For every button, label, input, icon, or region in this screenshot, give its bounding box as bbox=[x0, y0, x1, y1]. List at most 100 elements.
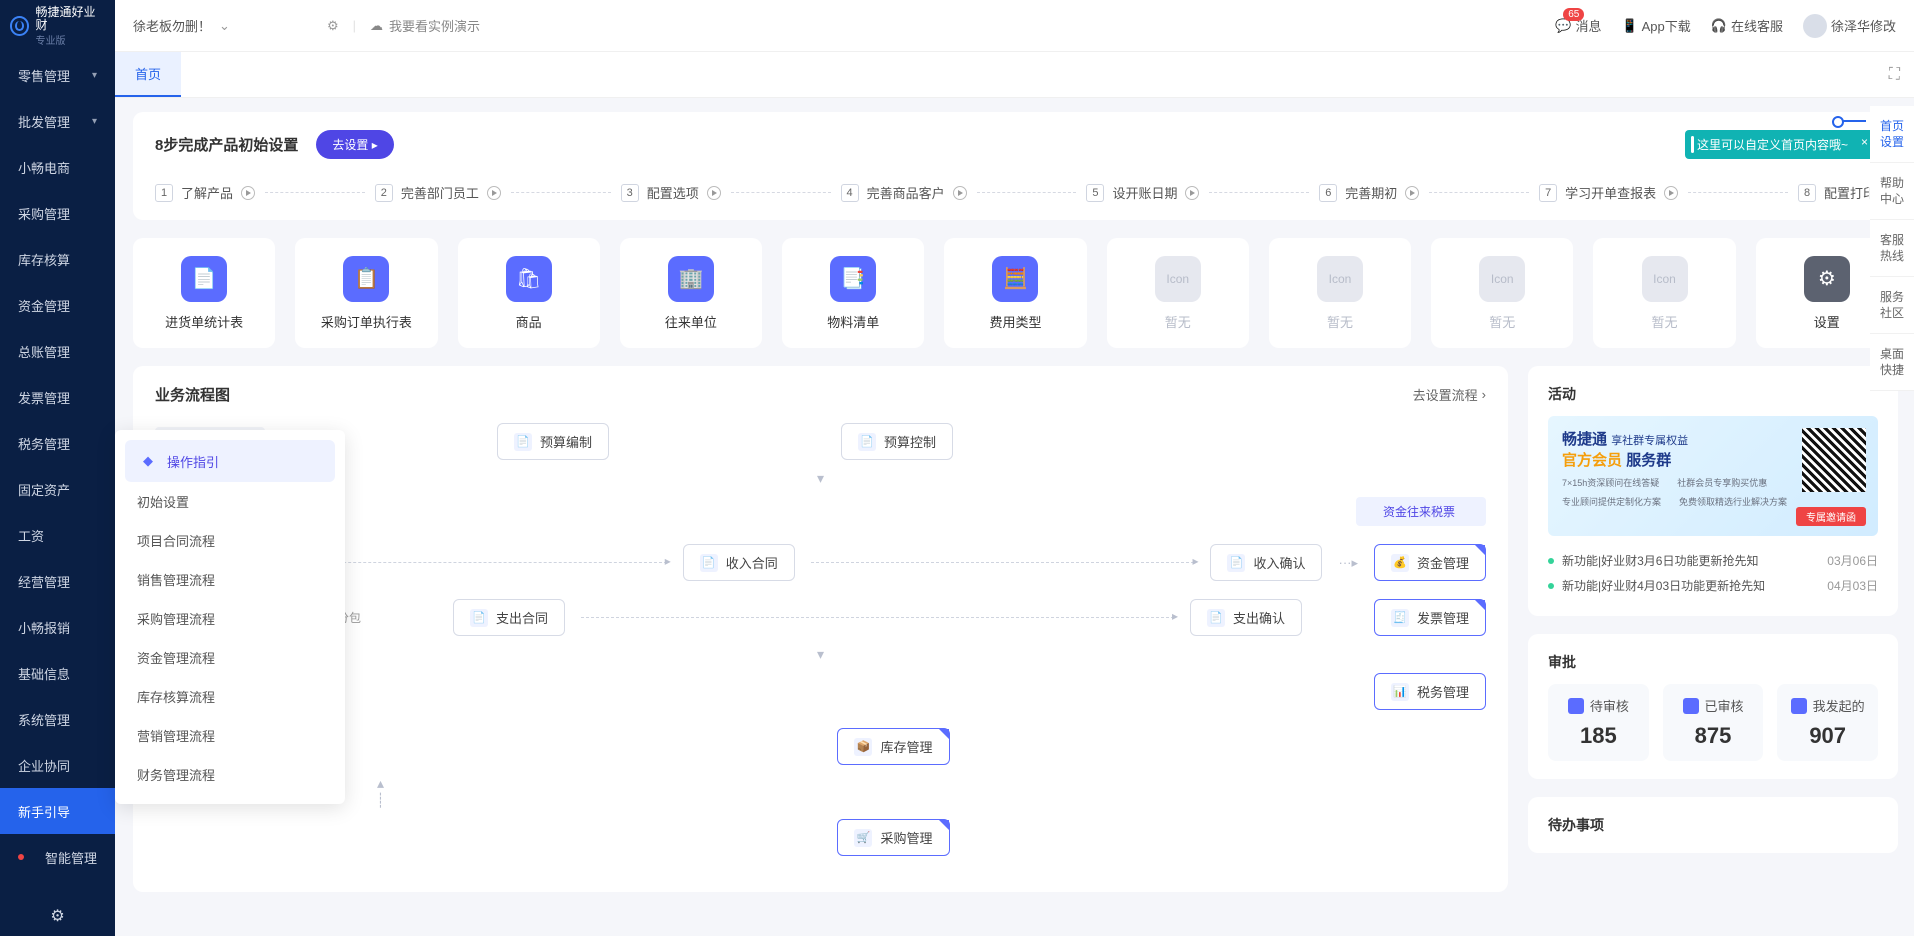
sidebar-item-17[interactable]: 智能管理 bbox=[0, 834, 115, 880]
sidebar-item-1[interactable]: 批发管理▾ bbox=[0, 98, 115, 144]
sidebar-item-18[interactable]: 应用中心 bbox=[0, 880, 115, 896]
submenu-item-4[interactable]: 采购管理流程 bbox=[115, 599, 345, 638]
node-expend-confirm[interactable]: 📄支出确认 bbox=[1190, 599, 1302, 636]
quick-tile-3[interactable]: 🏢往来单位 bbox=[620, 238, 762, 348]
tenant-selector[interactable]: 徐老板勿删！ ⌄ bbox=[133, 16, 313, 35]
sidebar-settings-icon[interactable]: ⚙ bbox=[0, 896, 115, 936]
setup-step-3[interactable]: 3配置选项 bbox=[621, 183, 721, 202]
sidebar-item-10[interactable]: 工资 bbox=[0, 512, 115, 558]
sidebar-item-2[interactable]: 小畅电商 bbox=[0, 144, 115, 190]
node-stock-manage[interactable]: 📦库存管理 bbox=[837, 728, 949, 765]
dock-item-1[interactable]: 帮助中心 bbox=[1870, 163, 1914, 220]
cart-icon: 🛒 bbox=[854, 829, 872, 847]
sidebar-item-3[interactable]: 采购管理 bbox=[0, 190, 115, 236]
sidebar-item-15[interactable]: 企业协同 bbox=[0, 742, 115, 788]
sidebar-item-9[interactable]: 固定资产 bbox=[0, 466, 115, 512]
sidebar-item-5[interactable]: 资金管理 bbox=[0, 282, 115, 328]
dot-icon bbox=[1548, 558, 1554, 564]
setup-step-2[interactable]: 2完善部门员工 bbox=[375, 183, 501, 202]
dock-item-3[interactable]: 服务社区 bbox=[1870, 277, 1914, 334]
dock-item-4[interactable]: 桌面快捷 bbox=[1870, 334, 1914, 391]
play-icon bbox=[707, 186, 721, 200]
doc-icon: 📄 bbox=[1207, 609, 1225, 627]
setup-card: 8步完成产品初始设置 去设置 ▸ 这里可以自定义首页内容哦~ × 1了解产品2完… bbox=[133, 112, 1898, 220]
quick-tile-4[interactable]: 📑物料清单 bbox=[782, 238, 924, 348]
approval-tile-1[interactable]: 已审核875 bbox=[1663, 684, 1764, 761]
play-icon bbox=[1185, 186, 1199, 200]
sidebar-item-12[interactable]: 小畅报销 bbox=[0, 604, 115, 650]
sidebar-item-4[interactable]: 库存核算 bbox=[0, 236, 115, 282]
sidebar-item-6[interactable]: 总账管理 bbox=[0, 328, 115, 374]
news-item-0[interactable]: 新功能|好业财3月6日功能更新抢先知03月06日 bbox=[1548, 548, 1878, 573]
setup-step-8[interactable]: 8配置打印 bbox=[1798, 183, 1876, 202]
app-download-button[interactable]: 📱 App下载 bbox=[1621, 16, 1690, 35]
dock-item-2[interactable]: 客服热线 bbox=[1870, 220, 1914, 277]
submenu-item-1[interactable]: 初始设置 bbox=[115, 482, 345, 521]
tile-icon: 🛍 bbox=[506, 256, 552, 302]
sidebar-item-14[interactable]: 系统管理 bbox=[0, 696, 115, 742]
tile-icon: Icon bbox=[1317, 256, 1363, 302]
doc-icon: 📄 bbox=[470, 609, 488, 627]
submenu-item-8[interactable]: 财务管理流程 bbox=[115, 755, 345, 794]
node-purchase-manage[interactable]: 🛒采购管理 bbox=[837, 819, 949, 856]
setup-step-1[interactable]: 1了解产品 bbox=[155, 183, 255, 202]
node-expend-contract[interactable]: 📄支出合同 bbox=[453, 599, 565, 636]
node-income-contract[interactable]: 📄收入合同 bbox=[683, 544, 795, 581]
sidebar-item-7[interactable]: 发票管理 bbox=[0, 374, 115, 420]
clipboard-icon bbox=[1791, 698, 1807, 714]
node-budget-control[interactable]: 📄预算控制 bbox=[841, 423, 953, 460]
sidebar-item-0[interactable]: 零售管理▾ bbox=[0, 52, 115, 98]
node-invoice-manage[interactable]: 🧾发票管理 bbox=[1374, 599, 1486, 636]
quick-tile-5[interactable]: 🧮费用类型 bbox=[944, 238, 1086, 348]
news-item-1[interactable]: 新功能|好业财4月03日功能更新抢先知04月03日 bbox=[1548, 573, 1878, 598]
sidebar-item-11[interactable]: 经营管理 bbox=[0, 558, 115, 604]
submenu-item-7[interactable]: 营销管理流程 bbox=[115, 716, 345, 755]
submenu-item-3[interactable]: 销售管理流程 bbox=[115, 560, 345, 599]
dock-item-0[interactable]: 首页设置 bbox=[1870, 106, 1914, 163]
pointer-icon bbox=[1838, 120, 1866, 122]
sidebar-item-16[interactable]: 新手引导 bbox=[0, 788, 115, 834]
sidebar: 畅捷通好业财 专业版 零售管理▾批发管理▾小畅电商采购管理库存核算资金管理总账管… bbox=[0, 0, 115, 936]
promo-banner[interactable]: 畅捷通 享社群专属权益 官方会员 服务群 7×15h资深顾问在线答疑 社群会员专… bbox=[1548, 416, 1878, 536]
brand-sub: 专业版 bbox=[35, 32, 105, 47]
sidebar-item-13[interactable]: 基础信息 bbox=[0, 650, 115, 696]
submenu-item-6[interactable]: 库存核算流程 bbox=[115, 677, 345, 716]
fullscreen-icon[interactable]: ⛶ bbox=[1875, 66, 1914, 84]
close-tip-icon[interactable]: × bbox=[1861, 135, 1868, 149]
quick-tile-0[interactable]: 📄进货单统计表 bbox=[133, 238, 275, 348]
setup-step-4[interactable]: 4完善商品客户 bbox=[841, 183, 967, 202]
approval-tile-0[interactable]: 待审核185 bbox=[1548, 684, 1649, 761]
online-service-button[interactable]: 🎧 在线客服 bbox=[1711, 16, 1783, 35]
submenu-item-5[interactable]: 资金管理流程 bbox=[115, 638, 345, 677]
quick-tile-8[interactable]: Icon暂无 bbox=[1431, 238, 1573, 348]
tenant-settings-icon[interactable]: ⚙ bbox=[327, 18, 339, 34]
setup-step-5[interactable]: 5设开账日期 bbox=[1086, 183, 1199, 202]
quick-tile-7[interactable]: Icon暂无 bbox=[1269, 238, 1411, 348]
submenu-item-0[interactable]: ◆操作指引 bbox=[125, 440, 335, 482]
demo-link[interactable]: ☁ 我要看实例演示 bbox=[370, 16, 480, 35]
messages-button[interactable]: 💬 消息 65 bbox=[1555, 16, 1601, 35]
quick-tile-2[interactable]: 🛍商品 bbox=[458, 238, 600, 348]
approval-tile-2[interactable]: 我发起的907 bbox=[1777, 684, 1878, 761]
flow-settings-link[interactable]: 去设置流程› bbox=[1413, 385, 1486, 404]
node-budget-prepare[interactable]: 📄预算编制 bbox=[497, 423, 609, 460]
setup-step-6[interactable]: 6完善期初 bbox=[1319, 183, 1419, 202]
quick-tile-1[interactable]: 📋采购订单执行表 bbox=[295, 238, 437, 348]
node-income-confirm[interactable]: 📄收入确认 bbox=[1210, 544, 1322, 581]
play-icon bbox=[487, 186, 501, 200]
user-menu[interactable]: 徐泽华修改 bbox=[1803, 14, 1896, 38]
sidebar-item-8[interactable]: 税务管理 bbox=[0, 420, 115, 466]
node-tax-manage[interactable]: 📊税务管理 bbox=[1374, 673, 1486, 710]
right-dock: 首页设置帮助中心客服热线服务社区桌面快捷 bbox=[1870, 106, 1914, 391]
quick-tile-9[interactable]: Icon暂无 bbox=[1593, 238, 1735, 348]
quick-tile-6[interactable]: Icon暂无 bbox=[1107, 238, 1249, 348]
play-icon bbox=[241, 186, 255, 200]
node-fund-manage[interactable]: 💰资金管理 bbox=[1374, 544, 1486, 581]
go-setup-button[interactable]: 去设置 ▸ bbox=[316, 130, 393, 159]
setup-step-7[interactable]: 7学习开单查报表 bbox=[1539, 183, 1678, 202]
activity-card: 活动 畅捷通 享社群专属权益 官方会员 服务群 7×15h资深顾 bbox=[1528, 366, 1898, 616]
dot-icon bbox=[1548, 583, 1554, 589]
submenu-item-2[interactable]: 项目合同流程 bbox=[115, 521, 345, 560]
tab-home[interactable]: 首页 bbox=[115, 52, 181, 97]
play-icon bbox=[1405, 186, 1419, 200]
